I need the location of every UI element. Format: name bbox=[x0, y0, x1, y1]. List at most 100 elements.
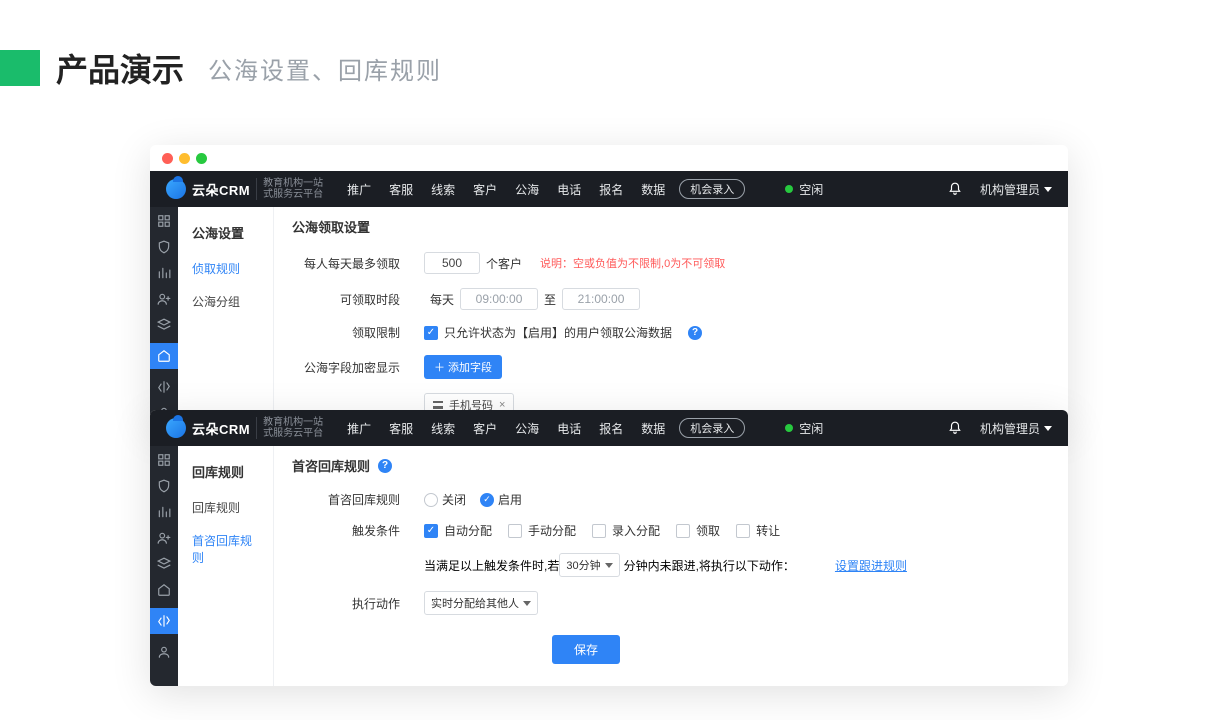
row-enable: 首咨回库规则 关闭 启用 bbox=[292, 491, 1048, 508]
bell-icon[interactable] bbox=[948, 182, 962, 196]
radio-off[interactable] bbox=[424, 493, 438, 507]
main-title: 公海领取设置 bbox=[292, 217, 1048, 236]
side-item-first-rule[interactable]: 首咨回库规则 bbox=[178, 524, 273, 574]
maximize-icon[interactable] bbox=[196, 153, 207, 164]
logo-text: 云朵CRM bbox=[192, 180, 250, 199]
input-daily-limit[interactable] bbox=[424, 252, 480, 274]
text-daily: 每天 bbox=[430, 291, 454, 308]
nav-signup[interactable]: 报名 bbox=[599, 420, 623, 437]
status-dot-icon bbox=[785, 185, 793, 193]
rail-shield-icon[interactable] bbox=[156, 478, 172, 494]
cloud-icon bbox=[166, 179, 186, 199]
chk-claim[interactable] bbox=[676, 524, 690, 538]
drag-icon[interactable] bbox=[433, 401, 443, 409]
app-logo-2: 云朵CRM 教育机构一站式服务云平台 bbox=[166, 417, 323, 439]
rail-layers-icon[interactable] bbox=[156, 317, 172, 333]
side-item-rules[interactable]: 侦取规则 bbox=[178, 252, 273, 285]
bell-icon[interactable] bbox=[948, 421, 962, 435]
select-minutes[interactable]: 30分钟 bbox=[559, 553, 619, 577]
nav-phone[interactable]: 电话 bbox=[557, 181, 581, 198]
radio-on[interactable] bbox=[480, 493, 494, 507]
row-time-range: 可领取时段 每天 至 bbox=[292, 288, 1048, 310]
main-panel: 公海领取设置 每人每天最多领取 个客户 说明：空或负值为不限制,0为不可领取 可… bbox=[274, 207, 1068, 427]
nav-service[interactable]: 客服 bbox=[389, 420, 413, 437]
slide-title: 产品演示 bbox=[56, 45, 184, 91]
rail-grid-icon[interactable] bbox=[156, 213, 172, 229]
user-menu[interactable]: 机构管理员 bbox=[980, 181, 1052, 198]
side-item-groups[interactable]: 公海分组 bbox=[178, 285, 273, 318]
side-title-2: 回库规则 bbox=[178, 456, 273, 491]
rail-recycle-icon[interactable] bbox=[156, 379, 172, 395]
save-button[interactable]: 保存 bbox=[552, 635, 620, 664]
nav-pill-opportunity[interactable]: 机会录入 bbox=[679, 179, 745, 199]
help-icon[interactable]: ? bbox=[378, 459, 392, 473]
input-time-to[interactable] bbox=[562, 288, 640, 310]
chk-auto[interactable]: ✓ bbox=[424, 524, 438, 538]
text-cond-suffix: 分钟内未跟进,将执行以下动作： bbox=[624, 557, 795, 574]
nav-data[interactable]: 数据 bbox=[641, 420, 665, 437]
nav-leads[interactable]: 线索 bbox=[431, 181, 455, 198]
chk-manual[interactable] bbox=[508, 524, 522, 538]
user-menu[interactable]: 机构管理员 bbox=[980, 420, 1052, 437]
slide-header: 产品演示 公海设置、回库规则 bbox=[0, 0, 1210, 91]
minimize-icon[interactable] bbox=[179, 153, 190, 164]
rail-shield-icon[interactable] bbox=[156, 239, 172, 255]
nav-promote[interactable]: 推广 bbox=[347, 181, 371, 198]
nav-items: 推广 客服 线索 客户 公海 电话 报名 数据 bbox=[347, 181, 665, 198]
close-icon[interactable] bbox=[162, 153, 173, 164]
side-panel-2: 回库规则 回库规则 首咨回库规则 bbox=[178, 446, 274, 686]
nav-pool[interactable]: 公海 bbox=[515, 181, 539, 198]
mac-titlebar bbox=[150, 145, 1068, 171]
label-rule: 首咨回库规则 bbox=[292, 491, 400, 508]
chevron-down-icon bbox=[605, 563, 613, 568]
rail-pool-icon[interactable] bbox=[150, 343, 178, 369]
rail-person-icon[interactable] bbox=[156, 644, 172, 660]
label-action: 执行动作 bbox=[292, 595, 400, 612]
icon-rail bbox=[150, 207, 178, 427]
rail-user-icon[interactable] bbox=[156, 530, 172, 546]
chk-auto-label: 自动分配 bbox=[444, 522, 492, 539]
rail-chart-icon[interactable] bbox=[156, 265, 172, 281]
rail-chart-icon[interactable] bbox=[156, 504, 172, 520]
chk-transfer-label: 转让 bbox=[756, 522, 780, 539]
label-time-range: 可领取时段 bbox=[292, 291, 400, 308]
nav-service[interactable]: 客服 bbox=[389, 181, 413, 198]
nav-customers[interactable]: 客户 bbox=[473, 420, 497, 437]
add-field-button[interactable]: ＋ 添加字段 bbox=[424, 355, 502, 379]
checkbox-restrict[interactable]: ✓ bbox=[424, 326, 438, 340]
nav-customers[interactable]: 客户 bbox=[473, 181, 497, 198]
nav-phone[interactable]: 电话 bbox=[557, 420, 581, 437]
select-action[interactable]: 实时分配给其他人 bbox=[424, 591, 538, 615]
nav-signup[interactable]: 报名 bbox=[599, 181, 623, 198]
accent-block bbox=[0, 50, 40, 86]
rail-layers-icon[interactable] bbox=[156, 556, 172, 572]
chk-claim-label: 领取 bbox=[696, 522, 720, 539]
rail-user-icon[interactable] bbox=[156, 291, 172, 307]
link-set-followup[interactable]: 设置跟进规则 bbox=[835, 557, 907, 574]
chevron-down-icon bbox=[1044, 426, 1052, 431]
label-daily-limit: 每人每天最多领取 bbox=[292, 255, 400, 272]
input-time-from[interactable] bbox=[460, 288, 538, 310]
nav-pill-opportunity[interactable]: 机会录入 bbox=[679, 418, 745, 438]
chk-entry-label: 录入分配 bbox=[612, 522, 660, 539]
chk-entry[interactable] bbox=[592, 524, 606, 538]
cloud-icon bbox=[166, 418, 186, 438]
rail-recycle-icon[interactable] bbox=[150, 608, 178, 634]
status-text: 空闲 bbox=[799, 181, 823, 198]
chk-transfer[interactable] bbox=[736, 524, 750, 538]
note-limit: 说明：空或负值为不限制,0为不可领取 bbox=[540, 255, 725, 271]
logo-tagline: 教育机构一站式服务云平台 bbox=[256, 178, 323, 200]
rail-grid-icon[interactable] bbox=[156, 452, 172, 468]
nav-pool[interactable]: 公海 bbox=[515, 420, 539, 437]
chevron-down-icon bbox=[1044, 187, 1052, 192]
rail-pool-icon[interactable] bbox=[156, 582, 172, 598]
nav-leads[interactable]: 线索 bbox=[431, 420, 455, 437]
icon-rail-2 bbox=[150, 446, 178, 686]
nav-promote[interactable]: 推广 bbox=[347, 420, 371, 437]
help-icon[interactable]: ? bbox=[688, 326, 702, 340]
row-daily-limit: 每人每天最多领取 个客户 说明：空或负值为不限制,0为不可领取 bbox=[292, 252, 1048, 274]
label-trigger: 触发条件 bbox=[292, 522, 400, 539]
nav-data[interactable]: 数据 bbox=[641, 181, 665, 198]
side-item-all-rules[interactable]: 回库规则 bbox=[178, 491, 273, 524]
logo-text: 云朵CRM bbox=[192, 419, 250, 438]
